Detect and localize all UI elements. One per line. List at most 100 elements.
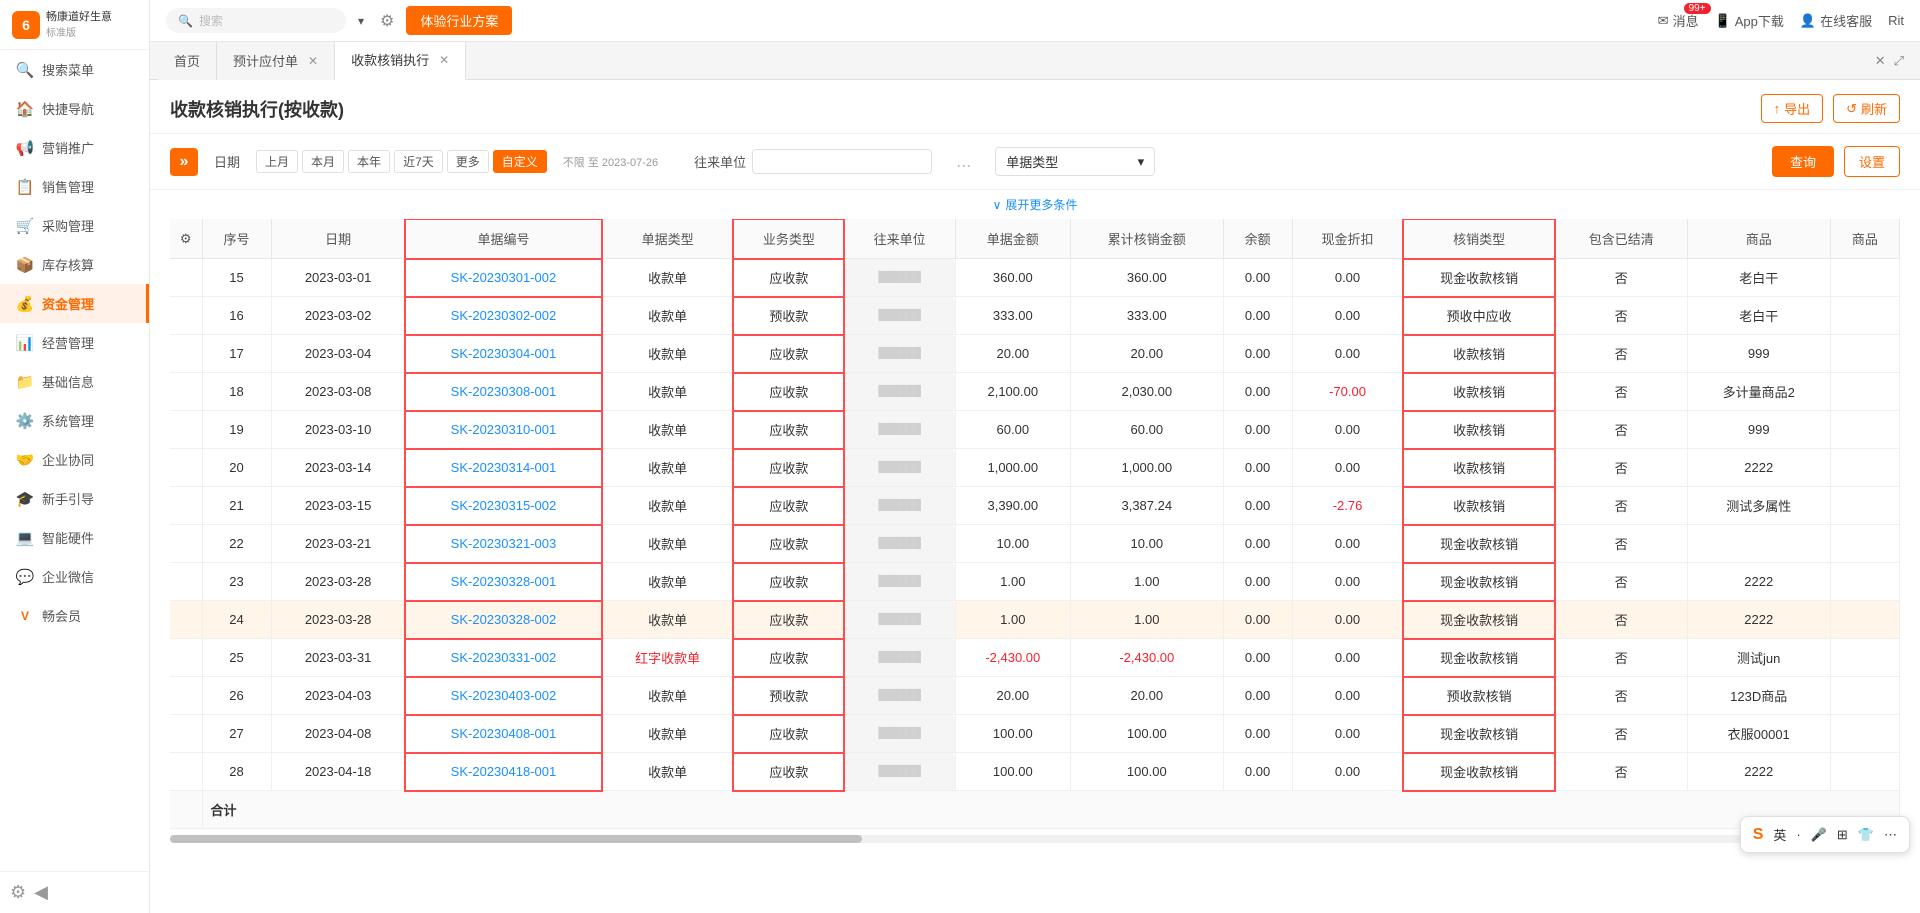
sidebar-item-inventory[interactable]: 📦 库存核算 [0, 245, 149, 284]
tab-home[interactable]: 首页 [158, 42, 217, 80]
order-num-link[interactable]: SK-20230328-001 [451, 574, 557, 589]
sidebar-item-search[interactable]: 🔍 搜索菜单 [0, 50, 149, 89]
guide-icon: 🎓 [16, 490, 34, 508]
sidebar-item-quick-nav[interactable]: 🏠 快捷导航 [0, 89, 149, 128]
td-order-num[interactable]: SK-20230310-001 [405, 411, 602, 449]
td-order-num[interactable]: SK-20230328-001 [405, 563, 602, 601]
sidebar-item-hardware[interactable]: 💻 智能硬件 [0, 518, 149, 557]
td-writeoff-amount: 1.00 [1071, 601, 1224, 639]
online-service-button[interactable]: 👤 在线客服 [1800, 11, 1872, 30]
td-order-num[interactable]: SK-20230418-001 [405, 753, 602, 791]
td-cash-discount: 0.00 [1292, 525, 1403, 563]
th-settings[interactable]: ⚙ [170, 219, 202, 259]
this-month-button[interactable]: 本月 [302, 150, 344, 173]
td-order-num[interactable]: SK-20230403-002 [405, 677, 602, 715]
sidebar-item-corp[interactable]: 🤝 企业协同 [0, 440, 149, 479]
order-num-link[interactable]: SK-20230304-001 [451, 346, 557, 361]
sidebar-item-sales[interactable]: 📋 销售管理 [0, 167, 149, 206]
order-num-link[interactable]: SK-20230301-002 [451, 270, 557, 285]
mic-icon[interactable]: 🎤 [1811, 827, 1827, 843]
sidebar-item-member[interactable]: V 畅会员 [0, 596, 149, 635]
td-serial: 15 [202, 259, 271, 297]
custom-date-button[interactable]: 自定义 [493, 150, 547, 173]
order-num-link[interactable]: SK-20230418-001 [451, 764, 557, 779]
tab-close-all-icon[interactable]: ✕ [1875, 53, 1886, 69]
order-num-link[interactable]: SK-20230315-002 [451, 498, 557, 513]
this-year-button[interactable]: 本年 [348, 150, 390, 173]
last-month-button[interactable]: 上月 [256, 150, 298, 173]
order-num-link[interactable]: SK-20230408-001 [451, 726, 557, 741]
td-cash-discount: 0.00 [1292, 715, 1403, 753]
refresh-button[interactable]: ↺ 刷新 [1833, 94, 1900, 123]
sidebar-item-operation[interactable]: 📊 经营管理 [0, 323, 149, 362]
td-writeoff-type: 现金收款核销 [1403, 715, 1556, 753]
order-num-link[interactable]: SK-20230331-002 [451, 650, 557, 665]
last-7-days-button[interactable]: 近7天 [394, 150, 443, 173]
order-num-link[interactable]: SK-20230302-002 [451, 308, 557, 323]
topbar-dropdown[interactable]: ▾ [358, 14, 364, 28]
td-order-num[interactable]: SK-20230301-002 [405, 259, 602, 297]
app-download-button[interactable]: 📱 App下载 [1715, 11, 1784, 30]
filter-expand-button[interactable]: » [170, 148, 198, 176]
more-date-button[interactable]: 更多 [447, 150, 489, 173]
td-order-num[interactable]: SK-20230308-001 [405, 373, 602, 411]
td-product-img [1830, 411, 1899, 449]
expand-more-row[interactable]: ∨ 展开更多条件 [150, 190, 1920, 219]
export-button[interactable]: ↑ 导出 [1761, 94, 1824, 123]
topbar-search-box[interactable]: 🔍 搜索 [166, 8, 346, 33]
td-order-num[interactable]: SK-20230328-002 [405, 601, 602, 639]
sidebar-item-purchase[interactable]: 🛒 采购管理 [0, 206, 149, 245]
topbar-settings-icon[interactable]: ⚙ [380, 11, 394, 31]
sidebar-item-marketing[interactable]: 📢 营销推广 [0, 128, 149, 167]
query-button[interactable]: 查询 [1772, 146, 1834, 177]
td-date: 2023-03-28 [271, 563, 405, 601]
order-num-link[interactable]: SK-20230310-001 [451, 422, 557, 437]
table-row: 152023-03-01SK-20230301-002收款单应收款██████3… [170, 259, 1900, 297]
tab-pending-payment-close[interactable]: ✕ [308, 54, 318, 68]
industry-solution-button[interactable]: 体验行业方案 [406, 6, 512, 35]
sidebar-item-guide[interactable]: 🎓 新手引导 [0, 479, 149, 518]
collapse-icon[interactable]: ◀ [34, 882, 48, 903]
order-num-link[interactable]: SK-20230403-002 [451, 688, 557, 703]
td-order-num[interactable]: SK-20230331-002 [405, 639, 602, 677]
settings-bottom-icon[interactable]: ⚙ [10, 882, 26, 903]
tab-receipt-writeoff-close[interactable]: ✕ [439, 53, 449, 67]
messages-button[interactable]: ✉ 消息 99+ [1658, 11, 1699, 30]
td-order-num[interactable]: SK-20230408-001 [405, 715, 602, 753]
tab-expand-icon[interactable]: ⤢ [1894, 53, 1904, 69]
td-order-num[interactable]: SK-20230314-001 [405, 449, 602, 487]
td-order-num[interactable]: SK-20230302-002 [405, 297, 602, 335]
partner-input[interactable] [752, 149, 932, 174]
settings-button[interactable]: 设置 [1844, 146, 1900, 177]
sidebar-item-system[interactable]: ⚙️ 系统管理 [0, 401, 149, 440]
td-writeoff-amount: 360.00 [1071, 259, 1224, 297]
sidebar-item-finance[interactable]: 💰 资金管理 [0, 284, 149, 323]
order-num-link[interactable]: SK-20230321-003 [451, 536, 557, 551]
td-biz-type: 应收款 [733, 487, 844, 525]
table-scrollbar-thumb[interactable] [170, 835, 862, 843]
grid-icon[interactable]: ⊞ [1837, 827, 1848, 843]
td-serial: 18 [202, 373, 271, 411]
tab-receipt-writeoff[interactable]: 收款核销执行 ✕ [335, 42, 466, 80]
td-include-settled: 否 [1555, 715, 1687, 753]
td-balance: 0.00 [1223, 449, 1292, 487]
td-order-num[interactable]: SK-20230315-002 [405, 487, 602, 525]
td-order-num[interactable]: SK-20230321-003 [405, 525, 602, 563]
sidebar-item-wechat[interactable]: 💬 企业微信 [0, 557, 149, 596]
td-include-settled: 否 [1555, 335, 1687, 373]
order-num-link[interactable]: SK-20230314-001 [451, 460, 557, 475]
td-amount: 360.00 [955, 259, 1070, 297]
sidebar-item-basic[interactable]: 📁 基础信息 [0, 362, 149, 401]
sidebar-item-label: 企业微信 [42, 567, 94, 586]
shirt-icon[interactable]: 👕 [1858, 827, 1874, 843]
td-order-num[interactable]: SK-20230304-001 [405, 335, 602, 373]
td-balance: 0.00 [1223, 563, 1292, 601]
table-scrollbar[interactable] [170, 835, 1900, 843]
td-amount: 1.00 [955, 563, 1070, 601]
tab-pending-payment[interactable]: 预计应付单 ✕ [217, 42, 335, 80]
order-num-link[interactable]: SK-20230308-001 [451, 384, 557, 399]
order-type-select[interactable]: 单据类型 ▾ [995, 147, 1155, 176]
order-num-link[interactable]: SK-20230328-002 [451, 612, 557, 627]
user-profile-button[interactable]: Rit [1888, 13, 1904, 28]
dots-icon[interactable]: ⋯ [1884, 827, 1897, 843]
